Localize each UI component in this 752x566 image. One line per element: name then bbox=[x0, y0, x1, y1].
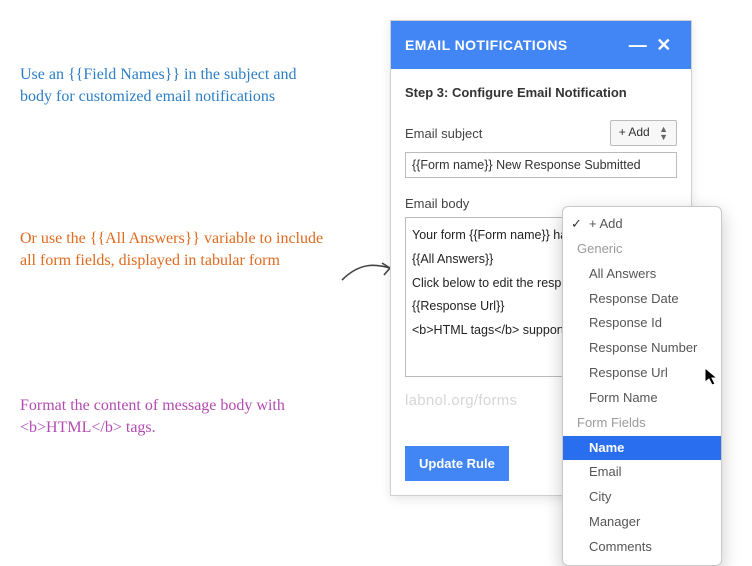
close-button[interactable]: ✕ bbox=[651, 32, 677, 58]
add-subject-variable-button[interactable]: + Add ▲▼ bbox=[610, 120, 677, 146]
dropdown-item-comments[interactable]: Comments bbox=[563, 535, 721, 560]
update-rule-button[interactable]: Update Rule bbox=[405, 446, 509, 481]
dropdown-item-city[interactable]: City bbox=[563, 485, 721, 510]
dropdown-item-response-id[interactable]: Response Id bbox=[563, 311, 721, 336]
arrow-icon bbox=[340, 254, 396, 288]
dropdown-item-response-url[interactable]: Response Url bbox=[563, 361, 721, 386]
dropdown-item-all-answers[interactable]: All Answers bbox=[563, 262, 721, 287]
annotation-all-answers: Or use the {{All Answers}} variable to i… bbox=[20, 228, 330, 271]
dropdown-item-response-date[interactable]: Response Date bbox=[563, 287, 721, 312]
dropdown-item-add[interactable]: + Add bbox=[563, 212, 721, 237]
dropdown-item-name[interactable]: Name bbox=[563, 436, 721, 461]
minimize-button[interactable]: — bbox=[625, 32, 651, 58]
panel-header: EMAIL NOTIFICATIONS — ✕ bbox=[391, 21, 691, 69]
panel-title: EMAIL NOTIFICATIONS bbox=[405, 37, 625, 53]
email-subject-label: Email subject bbox=[405, 126, 610, 141]
dropdown-item-email[interactable]: Email bbox=[563, 460, 721, 485]
email-subject-input[interactable] bbox=[405, 152, 677, 178]
dropdown-item-manager[interactable]: Manager bbox=[563, 510, 721, 535]
annotation-html-tags: Format the content of message body with … bbox=[20, 395, 330, 438]
dropdown-group-generic: Generic bbox=[563, 237, 721, 262]
add-variable-dropdown[interactable]: + Add Generic All Answers Response Date … bbox=[562, 206, 722, 566]
annotation-field-names: Use an {{Field Names}} in the subject an… bbox=[20, 64, 330, 107]
step-title: Step 3: Configure Email Notification bbox=[405, 85, 677, 100]
stepper-icon: ▲▼ bbox=[659, 125, 668, 141]
dropdown-item-form-name[interactable]: Form Name bbox=[563, 386, 721, 411]
dropdown-item-response-number[interactable]: Response Number bbox=[563, 336, 721, 361]
add-button-label: + Add bbox=[619, 125, 650, 139]
dropdown-group-form-fields: Form Fields bbox=[563, 411, 721, 436]
